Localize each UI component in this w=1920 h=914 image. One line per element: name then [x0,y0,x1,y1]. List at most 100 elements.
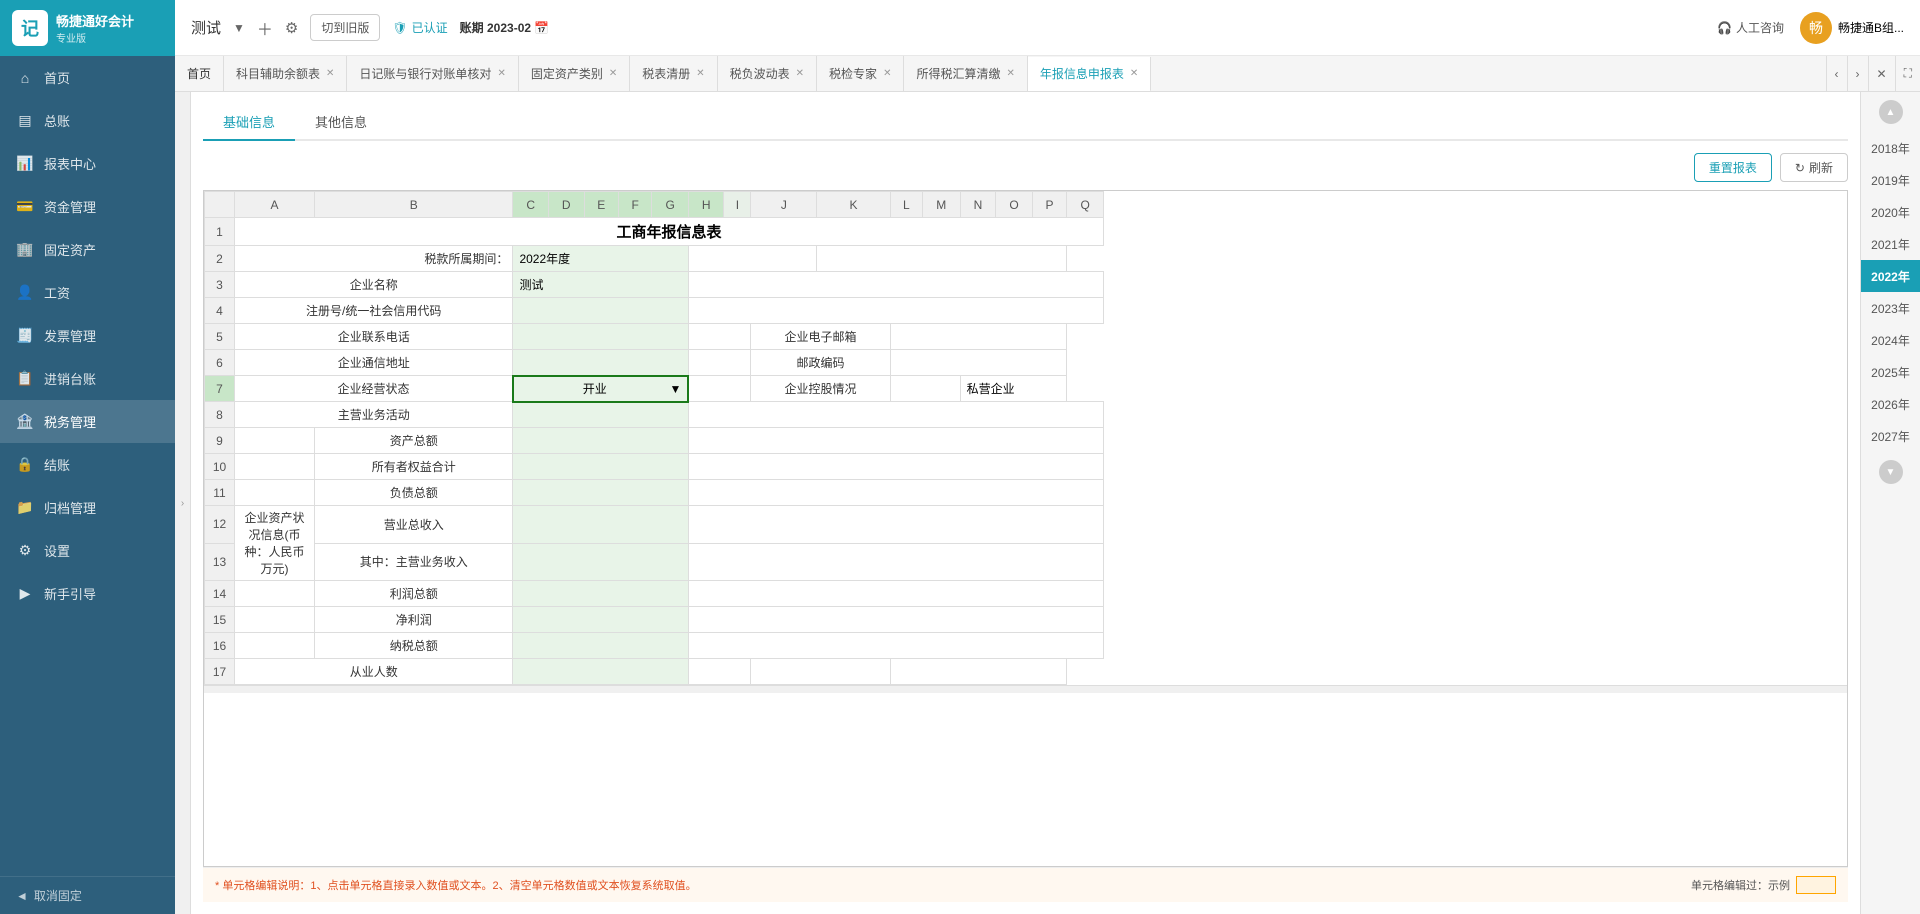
sidebar-item-fixed-assets[interactable]: 🏢固定资产 [0,228,175,271]
year-item[interactable]: 2020年 [1861,196,1920,228]
holding-type-value[interactable]: 私营企业 [960,376,1067,402]
year-item[interactable]: 2023年 [1861,292,1920,324]
col-header-P: P [1032,192,1066,218]
year-nav: ▲ [1861,92,1920,132]
sidebar-item-home[interactable]: ⌂首页 [0,56,175,99]
year-item[interactable]: 2026年 [1861,388,1920,420]
year-expand-down-btn[interactable]: ▼ [1879,460,1903,484]
col-header-B: B [315,192,513,218]
sidebar-item-closing[interactable]: 🔒结账 [0,443,175,486]
employee-count-value[interactable] [513,659,689,685]
tab-prev-btn[interactable]: ‹ [1826,56,1847,92]
col-header-E: E [584,192,618,218]
tab-close-icon[interactable]: ✕ [326,68,334,79]
horizontal-scrollbar[interactable] [204,685,1847,693]
total-profit-label: 利润总额 [315,581,513,607]
liabilities-value[interactable] [513,480,689,506]
tab-close-icon[interactable]: ✕ [1006,68,1014,79]
tax-period-value[interactable]: 2022年度 [513,246,689,272]
refresh-button[interactable]: ↻ 刷新 [1780,153,1848,182]
spreadsheet-container[interactable]: A B C D E F G H I J K L M [203,190,1848,867]
sidebar-item-general-ledger[interactable]: ▤总账 [0,99,175,142]
sidebar-item-fund-management[interactable]: 💳资金管理 [0,185,175,228]
year-item[interactable]: 2024年 [1861,324,1920,356]
tab-home[interactable]: 首页 [175,56,224,91]
main-business-value[interactable] [513,402,689,428]
tab-tax-expert[interactable]: 税检专家✕ [817,56,904,91]
table-row: 4 注册号/统一社会信用代码 [205,298,1104,324]
footer-sample-label: 单元格编辑过：示例 [1691,877,1790,893]
sidebar-item-invoice-management[interactable]: 🧾发票管理 [0,314,175,357]
year-expand-up-btn[interactable]: ▲ [1879,100,1903,124]
equity-label: 所有者权益合计 [315,454,513,480]
year-item[interactable]: 2022年 [1861,260,1920,292]
sidebar-item-archive[interactable]: 📁归档管理 [0,486,175,529]
purchase-sales-icon: 📋 [16,370,34,387]
total-revenue-value[interactable] [513,506,689,544]
postcode-value[interactable] [890,350,1067,376]
tab-close-icon[interactable]: ✕ [609,68,617,79]
company-name-value[interactable]: 测试 [513,272,689,298]
sidebar-item-tax-management[interactable]: 🏦税务管理 [0,400,175,443]
tab-basic-info[interactable]: 基础信息 [203,104,295,141]
year-item[interactable]: 2021年 [1861,228,1920,260]
business-status-value[interactable]: 开业 ▼ [513,376,689,402]
sidebar-item-report-center[interactable]: 📊报表中心 [0,142,175,185]
tab-close-icon[interactable]: ✕ [696,68,704,79]
email-value[interactable] [890,324,1067,350]
year-item[interactable]: 2025年 [1861,356,1920,388]
dropdown-cell[interactable]: 开业 ▼ [520,380,682,397]
left-collapse-panel[interactable]: › [175,92,191,914]
year-item[interactable]: 2019年 [1861,164,1920,196]
switch-version-button[interactable]: 切到旧版 [310,14,380,41]
holding-label: 企业控股情况 [751,376,890,402]
tab-other-info[interactable]: 其他信息 [295,104,387,141]
support-btn[interactable]: 🎧 人工咨询 [1717,19,1784,36]
year-item[interactable]: 2027年 [1861,420,1920,452]
tab-income-tax[interactable]: 所得税汇算清缴✕ [904,56,1027,91]
tab-close-icon[interactable]: ✕ [796,68,804,79]
sidebar: 记 畅捷通好会计 专业版 ⌂首页▤总账📊报表中心💳资金管理🏢固定资产👤工资🧾发票… [0,0,175,914]
tab-close-icon[interactable]: ✕ [497,68,505,79]
col-header-N: N [960,192,996,218]
total-profit-value[interactable] [513,581,689,607]
topbar-title: 测试 [191,17,221,38]
topbar-settings-btn[interactable]: ⚙ [285,19,298,37]
sidebar-item-new-guide[interactable]: ▶新手引导 [0,572,175,615]
equity-value[interactable] [513,454,689,480]
reset-report-button[interactable]: 重置报表 [1694,153,1772,182]
tab-tax-fluctuation[interactable]: 税负波动表✕ [718,56,817,91]
tab-fullscreen-btn[interactable]: ⛶ [1895,56,1920,92]
sidebar-item-payroll[interactable]: 👤工资 [0,271,175,314]
address-value[interactable] [513,350,689,376]
year-item[interactable]: 2018年 [1861,132,1920,164]
sidebar-item-settings[interactable]: ⚙设置 [0,529,175,572]
tab-fixed-assets-category[interactable]: 固定资产类别✕ [519,56,630,91]
tab-bank-reconcile[interactable]: 日记账与银行对账单核对✕ [347,56,518,91]
reg-code-value[interactable] [513,298,689,324]
sidebar-item-purchase-sales[interactable]: 📋进销台账 [0,357,175,400]
total-tax-value[interactable] [513,633,689,659]
table-row: 13 其中：主营业务收入 [205,543,1104,581]
net-profit-value[interactable] [513,607,689,633]
tab-annual-report[interactable]: 年报信息申报表✕ [1028,57,1151,92]
tab-next-btn[interactable]: › [1847,56,1868,92]
user-menu-btn[interactable]: 畅 畅捷通B组... [1800,12,1904,44]
topbar-dropdown-btn[interactable]: ▼ [233,21,245,35]
calendar-icon[interactable]: 📅 [534,21,549,35]
phone-value[interactable] [513,324,689,350]
tab-aux-balance[interactable]: 科目辅助余额表✕ [224,56,347,91]
topbar-add-btn[interactable]: ＋ [257,16,273,40]
sidebar-collapse-btn[interactable]: ◄ 取消固定 [0,876,175,914]
holding-value[interactable] [890,376,960,402]
archive-icon: 📁 [16,499,34,516]
app-version-label: 专业版 [56,30,134,45]
tab-close-icon[interactable]: ✕ [883,68,891,79]
tab-close-icon[interactable]: ✕ [1130,68,1138,79]
main-revenue-value[interactable] [513,543,689,581]
dropdown-arrow-icon[interactable]: ▼ [670,382,682,396]
total-assets-value[interactable] [513,428,689,454]
tab-close-all-btn[interactable]: ✕ [1868,56,1895,92]
email-label: 企业电子邮箱 [751,324,890,350]
tab-tax-return[interactable]: 税表清册✕ [630,56,717,91]
